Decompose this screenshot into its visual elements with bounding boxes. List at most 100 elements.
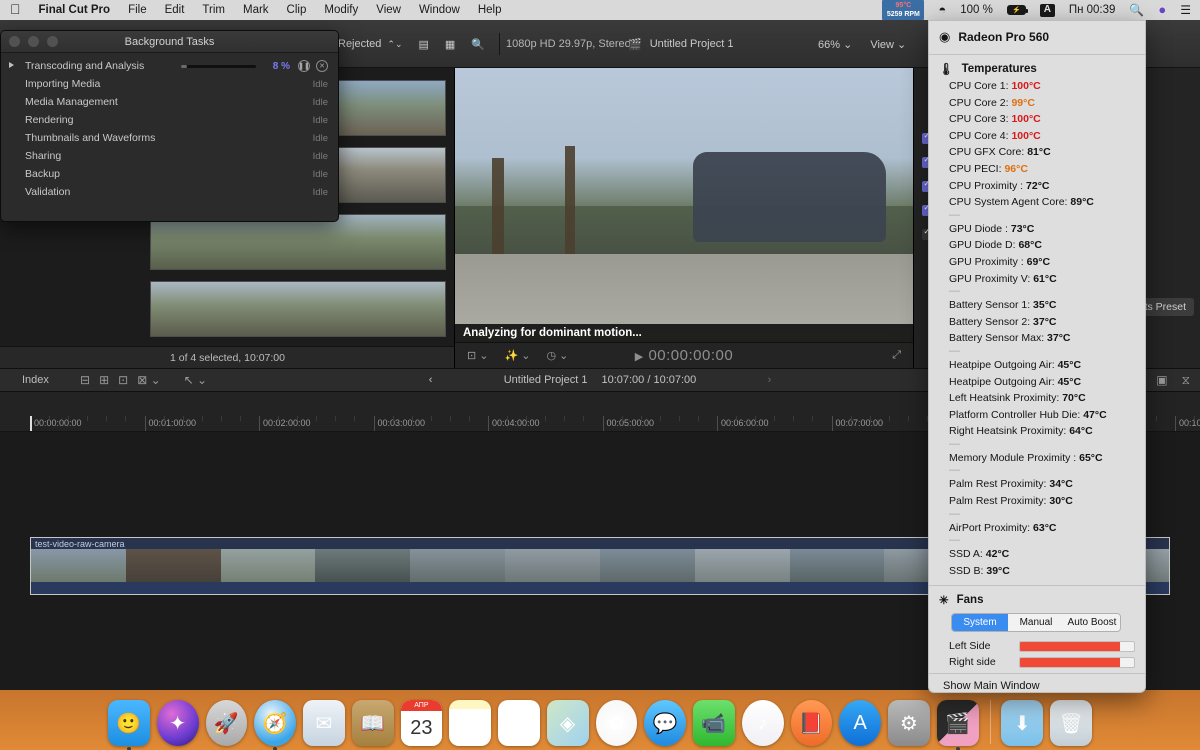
dock-icon-itunes[interactable]: ♪ (742, 700, 784, 746)
temperature-row: GPU Proximity : 69°C (929, 254, 1145, 271)
effects-tool-icon[interactable]: ✨ ⌄ (489, 349, 531, 362)
dock-icon-ibooks[interactable]: 📕 (791, 700, 833, 746)
dock-icon-mail[interactable]: ✉ (303, 700, 345, 746)
dock-icon-maps[interactable]: ◈ (547, 700, 589, 746)
viewer-pane[interactable]: Analyzing for dominant motion... ⊡ ⌄ ✨ ⌄… (455, 68, 913, 368)
background-task-row[interactable]: Importing MediaIdle (1, 75, 338, 93)
filmstrip-view-icon[interactable]: ▦ (437, 38, 463, 51)
background-task-row[interactable]: Thumbnails and WaveformsIdle (1, 129, 338, 147)
dock-icon-messages[interactable]: 💬 (644, 700, 686, 746)
index-button[interactable]: Index (0, 374, 80, 386)
background-task-row[interactable]: RenderingIdle (1, 111, 338, 129)
dock-icon-siri[interactable]: ✦ (157, 700, 199, 746)
clock-label[interactable]: Пн 00:39 (1062, 0, 1123, 20)
clip-thumbnail[interactable] (150, 281, 446, 337)
retime-tool-icon[interactable]: ◷ ⌄ (530, 349, 568, 362)
search-icon[interactable]: 🔍 (1122, 0, 1151, 20)
temperature-value: 69°C (1027, 256, 1050, 268)
disclosure-triangle-icon[interactable] (9, 62, 14, 68)
siri-icon[interactable]: ● (1151, 0, 1173, 20)
dock-icon-facetime[interactable]: 📹 (693, 700, 735, 746)
menubar-item-mark[interactable]: Mark (234, 0, 278, 20)
background-task-row[interactable]: BackupIdle (1, 165, 338, 183)
overwrite-clip-icon[interactable]: ⊠ ⌄ (137, 373, 160, 387)
rejected-filter[interactable]: Rejected ⌃⌄ (330, 38, 411, 50)
background-task-row[interactable]: Media ManagementIdle (1, 93, 338, 111)
temperature-row: Battery Sensor Max: 37°C (929, 330, 1145, 347)
zoom-level-menu[interactable]: 66% ⌄ (818, 38, 852, 51)
dock-icon-downloads-folder[interactable]: ⬇ (1001, 700, 1043, 746)
dock-icon-contacts[interactable]: 📖 (352, 700, 394, 746)
battery-percent-label[interactable]: 100 % (953, 0, 1000, 20)
clip-appearance-icon[interactable]: ▣ (1156, 373, 1167, 388)
ruler-minor-tick (393, 416, 394, 421)
temperature-row: SSD A: 42°C (929, 546, 1145, 563)
ruler-minor-tick (793, 416, 794, 421)
timeline-tool-icons: ⊟ ⊞ ⊡ ⊠ ⌄ ↖ ⌄ (80, 373, 207, 387)
dock-icon-glyph: ⬇ (1014, 711, 1031, 736)
gpu-monitor-menulet[interactable]: ◉ Radeon Pro 560 🌡 Temperatures CPU Core… (928, 20, 1146, 693)
dock-icon-system-preferences[interactable]: ⚙ (888, 700, 930, 746)
fan-mode-manual[interactable]: Manual (1008, 614, 1064, 631)
dock-icon-safari[interactable]: 🧭 (254, 700, 296, 746)
temperature-row: Heatpipe Outgoing Air: 45°C (929, 374, 1145, 391)
background-task-row[interactable]: Transcoding and Analysis8 %❚❚✕ (1, 57, 338, 75)
background-task-row[interactable]: SharingIdle (1, 147, 338, 165)
dock-icon-launchpad[interactable]: 🚀 (206, 700, 248, 746)
temperature-label: Right Heatsink Proximity: (949, 425, 1066, 437)
list-view-icon[interactable]: ▤ (411, 38, 437, 51)
dock-icon-reminders[interactable]: ☰ (498, 700, 540, 746)
dock-icon-calendar[interactable]: АПР23 (401, 700, 443, 746)
menubar-app-name[interactable]: Final Cut Pro (30, 0, 120, 20)
connect-clip-icon[interactable]: ⊡ (118, 373, 128, 387)
dock-icon-finder[interactable]: 🙂 (108, 700, 150, 746)
search-icon[interactable]: 🔍 (463, 38, 493, 51)
timeline-playhead[interactable] (30, 416, 32, 432)
menubar-item-edit[interactable]: Edit (156, 0, 194, 20)
battery-icon[interactable]: ⚡ (1000, 5, 1033, 15)
nav-forward-icon[interactable]: › (768, 374, 772, 386)
dock-icon-glyph: 🗑 (1058, 711, 1083, 736)
dock-icon-notes[interactable]: ▤ (449, 700, 491, 746)
cancel-task-icon[interactable]: ✕ (316, 60, 328, 72)
menubar-item-window[interactable]: Window (410, 0, 469, 20)
wifi-icon[interactable]: ◓ (931, 0, 953, 20)
dock-icon-photos[interactable]: ✿ (596, 700, 638, 746)
gpu-rpm-status-item[interactable]: 95°C 5259 RPM (875, 0, 931, 20)
ruler-label: 00:07:00:00 (832, 418, 884, 428)
input-source-icon[interactable]: A (1033, 4, 1062, 17)
menubar-item-trim[interactable]: Trim (193, 0, 234, 20)
menubar-item-file[interactable]: File (119, 0, 156, 20)
append-clip-icon[interactable]: ⊟ (80, 373, 90, 387)
dock-icon-app-store[interactable]: A (839, 700, 881, 746)
background-tasks-window[interactable]: Background Tasks Transcoding and Analysi… (0, 30, 339, 222)
menulet-action-show-main-window[interactable]: Show Main Window (929, 677, 1145, 693)
dock-icon-final-cut-pro[interactable]: 🎬 (937, 700, 979, 746)
select-tool-icon[interactable]: ↖ ⌄ (184, 373, 207, 387)
view-menu[interactable]: View ⌄ (870, 38, 906, 51)
nav-back-icon[interactable]: ‹ (429, 374, 433, 386)
background-task-row[interactable]: ValidationIdle (1, 183, 338, 201)
timeline-index-toggle-icon[interactable]: ⧖ (1182, 373, 1190, 388)
pause-task-icon[interactable]: ❚❚ (298, 60, 310, 72)
fan-mode-auto-boost[interactable]: Auto Boost (1064, 614, 1120, 631)
temperature-label: CPU PECI: (949, 163, 1002, 175)
notification-center-icon[interactable]: ☰ (1173, 0, 1200, 20)
fullscreen-icon[interactable]: ⤢ (892, 349, 901, 362)
macos-dock[interactable]: 🙂✦🚀🧭✉📖АПР23▤☰◈✿ 💬 📹♪ 📕 A⚙🎬 ⬇ 🗑 (102, 694, 1098, 750)
temperature-label: CPU GFX Core: (949, 146, 1024, 158)
fan-mode-system[interactable]: System (952, 614, 1008, 631)
insert-clip-icon[interactable]: ⊞ (99, 373, 109, 387)
chevron-updown-icon[interactable]: ⌃⌄ (387, 39, 402, 50)
clip-thumbnail[interactable] (150, 214, 446, 270)
apple-menu-icon[interactable]:  (6, 0, 30, 21)
crop-tool-icon[interactable]: ⊡ ⌄ (455, 349, 489, 362)
menubar-item-clip[interactable]: Clip (278, 0, 316, 20)
dock-icon-trash[interactable]: 🗑 (1050, 700, 1092, 746)
menubar-item-help[interactable]: Help (469, 0, 511, 20)
fan-mode-segmented-control[interactable]: SystemManualAuto Boost (951, 613, 1121, 632)
dock-icon-glyph: 💬 (653, 711, 678, 736)
menubar-item-view[interactable]: View (367, 0, 410, 20)
menubar-item-modify[interactable]: Modify (315, 0, 367, 20)
dock-icon-glyph: 📕 (799, 711, 824, 736)
